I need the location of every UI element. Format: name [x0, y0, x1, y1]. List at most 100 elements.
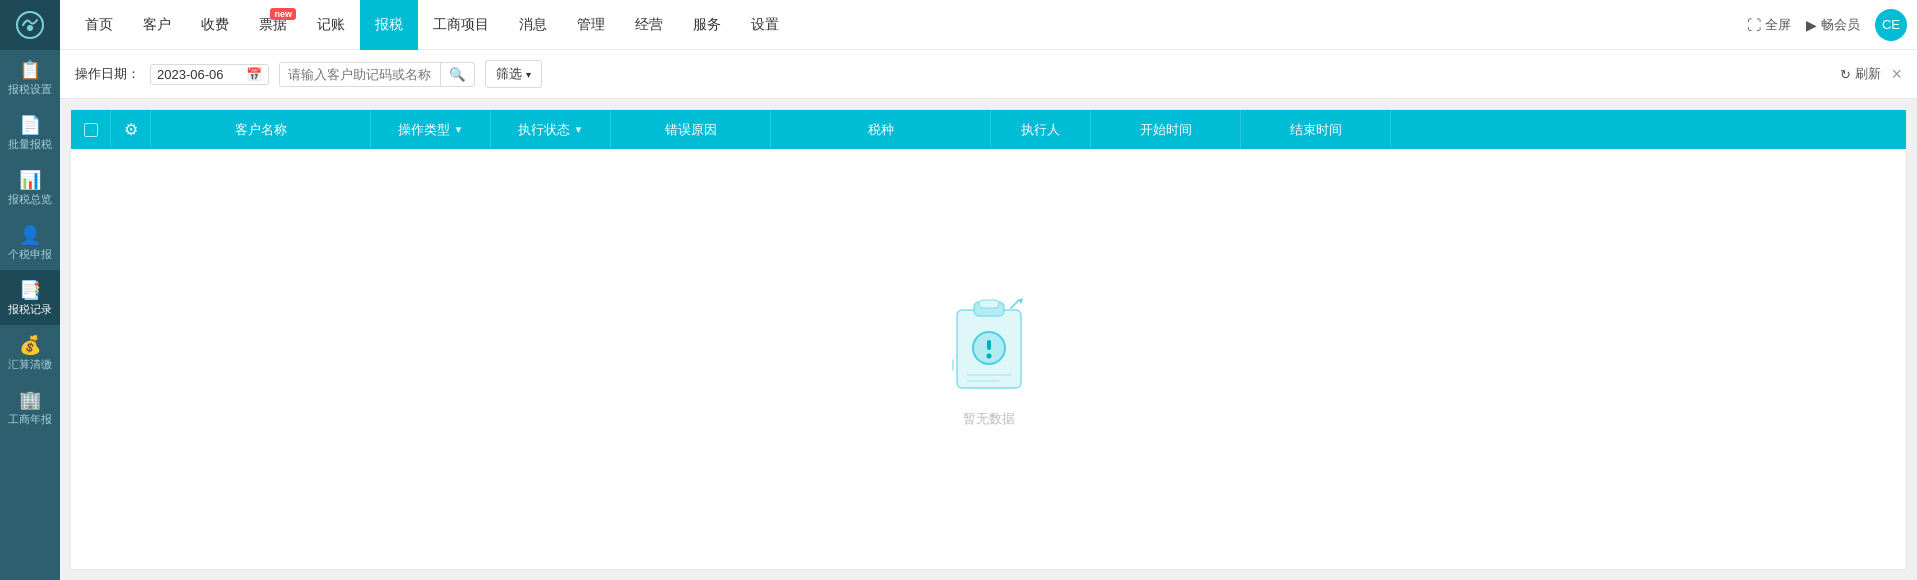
svg-point-7	[986, 354, 991, 359]
member-icon: ▶	[1806, 17, 1817, 33]
close-button[interactable]: ×	[1891, 64, 1902, 85]
nav-item-jizhang[interactable]: 记账	[302, 0, 360, 50]
chevron-down-icon: ▾	[526, 69, 531, 80]
sidebar-label-huisuan-jiaona: 汇算清缴	[8, 358, 52, 371]
col-tax-type: 税种	[771, 110, 991, 149]
nav-item-customer[interactable]: 客户	[128, 0, 186, 50]
nav-item-home[interactable]: 首页	[70, 0, 128, 50]
user-initials: CE	[1882, 17, 1900, 32]
filter-button[interactable]: 筛选 ▾	[485, 60, 542, 88]
nav-badge-piao: new	[270, 8, 296, 20]
sidebar-icon-baoshui-zonlan: 📊	[19, 169, 41, 191]
sidebar-icon-geshuishenabao: 👤	[19, 224, 41, 246]
refresh-button[interactable]: ↻ 刷新	[1840, 65, 1881, 83]
sidebar-item-baoshui-zonlan[interactable]: 📊 报税总览	[0, 160, 60, 215]
calendar-icon: 📅	[246, 67, 262, 82]
sidebar-label-baoshui-shezhi: 报税设置	[8, 83, 52, 96]
filter-label: 筛选	[496, 65, 522, 83]
col-start-time-label: 开始时间	[1140, 121, 1192, 139]
user-avatar[interactable]: CE	[1875, 9, 1907, 41]
sidebar-label-baoshui-zonlan: 报税总览	[8, 193, 52, 206]
nav-item-piao[interactable]: 票据new	[244, 0, 302, 50]
date-label: 操作日期：	[75, 65, 140, 83]
sidebar-logo	[0, 0, 60, 50]
fullscreen-label: 全屏	[1765, 16, 1791, 34]
nav-item-shoufei[interactable]: 收费	[186, 0, 244, 50]
sidebar-label-baoshui-jilu: 报税记录	[8, 303, 52, 316]
sidebar-icon-gongshang-nianbao: 🏢	[19, 389, 41, 411]
settings-icon: ⚙	[124, 120, 138, 139]
col-customer-name-label: 客户名称	[235, 121, 287, 139]
toolbar: 操作日期： 📅 🔍 筛选 ▾ ↻ 刷新 ×	[60, 50, 1917, 99]
col-end-time: 结束时间	[1241, 110, 1391, 149]
sidebar-item-baoshui-shezhi[interactable]: 📋 报税设置	[0, 50, 60, 105]
sidebar-item-piliang-baoshui[interactable]: 📄 批量报税	[0, 105, 60, 160]
sort-icon: ▼	[454, 124, 464, 135]
sidebar-label-geshuishenabao: 个税申报	[8, 248, 52, 261]
member-btn[interactable]: ▶ 畅会员	[1806, 16, 1860, 34]
sidebar-icon-piliang-baoshui: 📄	[19, 114, 41, 136]
col-operation-type: 操作类型 ▼	[371, 110, 491, 149]
nav-item-baoshui[interactable]: 报税	[360, 0, 418, 50]
refresh-label: 刷新	[1855, 65, 1881, 83]
svg-point-1	[27, 25, 33, 31]
fullscreen-btn[interactable]: ⛶ 全屏	[1747, 16, 1791, 34]
nav-right: ⛶ 全屏 ▶ 畅会员 CE	[1747, 9, 1907, 41]
search-box: 🔍	[279, 62, 475, 87]
empty-state: 暂无数据	[939, 290, 1039, 428]
search-icon: 🔍	[449, 67, 466, 82]
sidebar-icon-baoshui-shezhi: 📋	[19, 59, 41, 81]
nav-item-gongshang-xiangmu[interactable]: 工商项目	[418, 0, 504, 50]
col-settings[interactable]: ⚙	[111, 110, 151, 149]
col-executor-label: 执行人	[1021, 121, 1060, 139]
empty-text: 暂无数据	[963, 410, 1015, 428]
svg-rect-6	[987, 340, 991, 350]
date-input[interactable]	[157, 67, 242, 82]
sidebar-label-piliang-baoshui: 批量报税	[8, 138, 52, 151]
svg-marker-11	[1019, 298, 1023, 304]
col-operation-type-label: 操作类型	[398, 121, 450, 139]
data-table: ⚙ 客户名称 操作类型 ▼ 执行状态 ▼ 错误原因 税种	[70, 109, 1907, 570]
col-start-time: 开始时间	[1091, 110, 1241, 149]
search-input[interactable]	[280, 63, 440, 86]
top-nav: 首页客户收费票据new记账报税工商项目消息管理经营服务设置 ⛶ 全屏 ▶ 畅会员…	[60, 0, 1917, 50]
refresh-icon: ↻	[1840, 67, 1851, 82]
col-tax-type-label: 税种	[868, 121, 894, 139]
col-checkbox[interactable]	[71, 110, 111, 149]
nav-item-guanli[interactable]: 管理	[562, 0, 620, 50]
svg-line-10	[1011, 300, 1019, 308]
col-executor: 执行人	[991, 110, 1091, 149]
table-header: ⚙ 客户名称 操作类型 ▼ 执行状态 ▼ 错误原因 税种	[71, 110, 1906, 149]
sidebar-item-baoshui-jilu[interactable]: 📑 报税记录	[0, 270, 60, 325]
main-content: 首页客户收费票据new记账报税工商项目消息管理经营服务设置 ⛶ 全屏 ▶ 畅会员…	[60, 0, 1917, 580]
sidebar-icon-baoshui-jilu: 📑	[19, 279, 41, 301]
col-execution-status: 执行状态 ▼	[491, 110, 611, 149]
sidebar-label-gongshang-nianbao: 工商年报	[8, 413, 52, 426]
sidebar-item-geshuishenabao[interactable]: 👤 个税申报	[0, 215, 60, 270]
table-body: 暂无数据	[71, 149, 1906, 569]
nav-items: 首页客户收费票据new记账报税工商项目消息管理经营服务设置	[70, 0, 1747, 50]
sidebar: 📋 报税设置 📄 批量报税 📊 报税总览 👤 个税申报 📑 报税记录 💰 汇算清缴 🏢 工商年报	[0, 0, 60, 580]
empty-icon	[939, 290, 1039, 400]
member-label: 畅会员	[1821, 16, 1860, 34]
nav-item-jingying[interactable]: 经营	[620, 0, 678, 50]
nav-item-shezhi[interactable]: 设置	[736, 0, 794, 50]
sidebar-item-huisuan-jiaona[interactable]: 💰 汇算清缴	[0, 325, 60, 380]
fullscreen-icon: ⛶	[1747, 17, 1761, 33]
col-error-reason: 错误原因	[611, 110, 771, 149]
col-end-time-label: 结束时间	[1290, 121, 1342, 139]
col-execution-status-label: 执行状态	[518, 121, 570, 139]
col-customer-name: 客户名称	[151, 110, 371, 149]
select-all-checkbox[interactable]	[84, 123, 98, 137]
nav-item-fuwu[interactable]: 服务	[678, 0, 736, 50]
sidebar-icon-huisuan-jiaona: 💰	[19, 334, 41, 356]
search-button[interactable]: 🔍	[440, 63, 474, 86]
col-error-reason-label: 错误原因	[665, 121, 717, 139]
svg-rect-4	[979, 300, 999, 308]
sidebar-item-gongshang-nianbao[interactable]: 🏢 工商年报	[0, 380, 60, 435]
date-picker[interactable]: 📅	[150, 64, 269, 85]
page-area: 操作日期： 📅 🔍 筛选 ▾ ↻ 刷新 ×	[60, 50, 1917, 580]
nav-item-xiaoxi[interactable]: 消息	[504, 0, 562, 50]
close-icon: ×	[1891, 64, 1902, 85]
sort-icon: ▼	[574, 124, 584, 135]
